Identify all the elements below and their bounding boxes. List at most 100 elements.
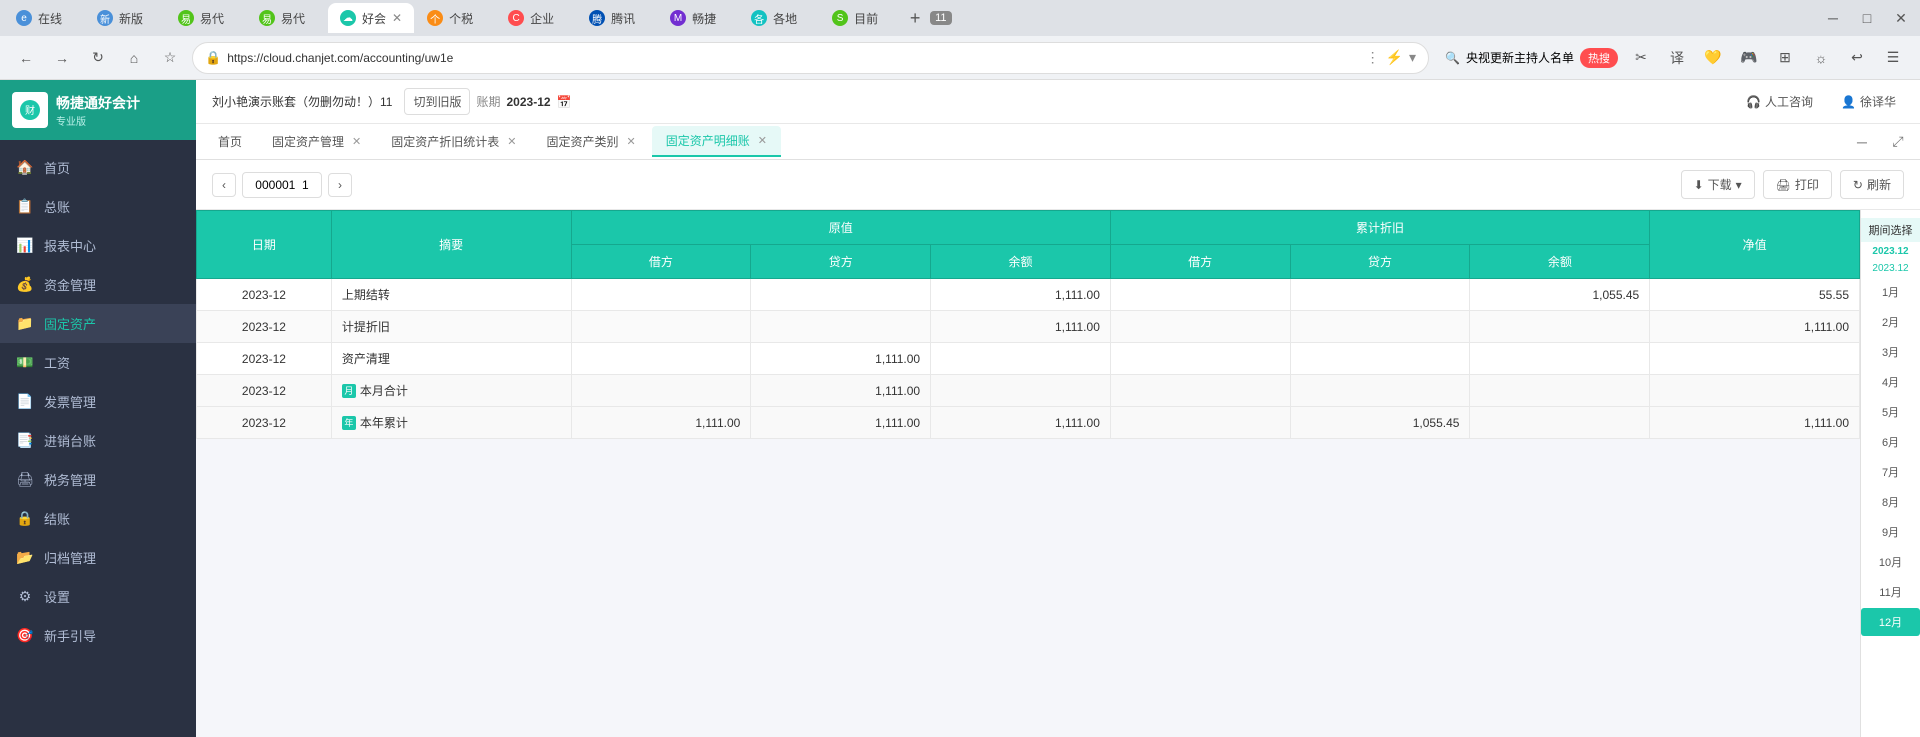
calendar-icon[interactable]: 📅 [557, 95, 572, 109]
back-button[interactable]: ← [12, 44, 40, 72]
period-year-highlight[interactable]: 2023.12 [1861, 244, 1920, 259]
scissors-icon[interactable]: ✂ [1626, 43, 1656, 73]
reload-button[interactable]: ↻ [84, 44, 112, 72]
period-month-12[interactable]: 12月 [1861, 608, 1920, 636]
payroll-icon: 💵 [16, 354, 34, 372]
brightness-icon[interactable]: ☼ [1806, 43, 1836, 73]
tab-asset-category[interactable]: 固定资产类别 ✕ [532, 127, 649, 156]
period-month-6[interactable]: 6月 [1861, 428, 1920, 456]
restore-btn[interactable]: □ [1852, 3, 1882, 33]
address-bar[interactable]: 🔒 https://cloud.chanjet.com/accounting/u… [192, 42, 1429, 74]
period-month-11[interactable]: 11月 [1861, 578, 1920, 606]
address-bar-settings[interactable]: ⋮ [1366, 49, 1380, 66]
sidebar-item-fixed-assets[interactable]: 📁 固定资产 [0, 304, 196, 343]
cell-dep-balance [1470, 311, 1650, 343]
help-btn[interactable]: 🎧 人工咨询 [1738, 89, 1821, 114]
sidebar-item-home[interactable]: 🏠 首页 [0, 148, 196, 187]
tab-geshui[interactable]: 个 个税 [415, 3, 495, 33]
hot-search-badge[interactable]: 热搜 [1580, 48, 1618, 68]
sidebar-item-payroll[interactable]: 💵 工资 [0, 343, 196, 382]
sidebar-item-reports[interactable]: 📊 报表中心 [0, 226, 196, 265]
home-button[interactable]: ⌂ [120, 44, 148, 72]
sidebar-item-label: 设置 [44, 587, 70, 606]
new-tab-button[interactable]: + [901, 4, 929, 32]
grid-icon[interactable]: ⊞ [1770, 43, 1800, 73]
user-btn[interactable]: 👤 徐译华 [1833, 89, 1904, 114]
tab-label: 固定资产折旧统计表 [391, 133, 499, 150]
translate-icon[interactable]: 译 [1662, 43, 1692, 73]
tab-haohui[interactable]: ☁ 好会 ✕ [328, 3, 414, 33]
svg-text:财: 财 [25, 104, 35, 117]
tab-depreciation-stats[interactable]: 固定资产折旧统计表 ✕ [377, 127, 530, 156]
report-icon: 📊 [16, 237, 34, 255]
period-month-3[interactable]: 3月 [1861, 338, 1920, 366]
tab-minimize-btn[interactable]: ─ [1848, 128, 1876, 156]
period-month-5[interactable]: 5月 [1861, 398, 1920, 426]
tab-expand-btn[interactable]: ⤢ [1884, 128, 1912, 156]
tab-tengxun[interactable]: 腾 腾讯 [577, 3, 657, 33]
topbar-right: 🎧 人工咨询 👤 徐译华 [1738, 89, 1904, 114]
sidebar: 财 畅捷通好会计 专业版 🏠 首页 📋 总账 📊 报表中心 💰 [0, 80, 196, 737]
cell-orig-credit: 1,111.00 [751, 407, 931, 439]
sidebar-item-label: 结账 [44, 509, 70, 528]
period-month-8[interactable]: 8月 [1861, 488, 1920, 516]
cell-orig-debit [571, 279, 751, 311]
period-month-1[interactable]: 1月 [1861, 278, 1920, 306]
sidebar-item-archive[interactable]: 📂 归档管理 [0, 538, 196, 577]
period-month-4[interactable]: 4月 [1861, 368, 1920, 396]
minimize-btn[interactable]: ─ [1818, 3, 1848, 33]
switch-version-btn[interactable]: 切到旧版 [404, 88, 470, 115]
sidebar-item-guide[interactable]: 🎯 新手引导 [0, 616, 196, 655]
forward-button[interactable]: → [48, 44, 76, 72]
tab-qiye[interactable]: C 企业 [496, 3, 576, 33]
tab-close-icon[interactable]: ✕ [758, 134, 767, 147]
tab-gedi[interactable]: 各 各地 [739, 3, 819, 33]
period-month-10[interactable]: 10月 [1861, 548, 1920, 576]
tab-xinban[interactable]: 新 新版 [85, 3, 165, 33]
print-btn[interactable]: 🖨 打印 [1763, 170, 1832, 199]
tab-close-icon[interactable]: ✕ [627, 135, 636, 148]
tab-close-icon[interactable]: ✕ [507, 135, 516, 148]
prev-page-btn[interactable]: ‹ [212, 173, 236, 197]
wallet-icon[interactable]: 💛 [1698, 43, 1728, 73]
tab-home[interactable]: 首页 [204, 127, 256, 156]
sidebar-item-inventory[interactable]: 📑 进销台账 [0, 421, 196, 460]
sidebar-item-general-ledger[interactable]: 📋 总账 [0, 187, 196, 226]
cell-dep-credit: 1,055.45 [1290, 407, 1470, 439]
sidebar-item-tax[interactable]: 🖨 税务管理 [0, 460, 196, 499]
bookmark-button[interactable]: ☆ [156, 44, 184, 72]
tab-fixed-assets-mgmt[interactable]: 固定资产管理 ✕ [258, 127, 375, 156]
sidebar-item-closing[interactable]: 🔒 结账 [0, 499, 196, 538]
game-icon[interactable]: 🎮 [1734, 43, 1764, 73]
tab-close-icon[interactable]: ✕ [352, 135, 361, 148]
tab-label: 腾讯 [611, 10, 635, 27]
tab-close-btn[interactable]: ✕ [392, 11, 402, 25]
address-bar-lightning[interactable]: ⚡ [1386, 49, 1403, 66]
user-avatar-icon: 👤 [1841, 95, 1856, 109]
tab-yidai1[interactable]: 易 易代 [166, 3, 246, 33]
period-month-2[interactable]: 2月 [1861, 308, 1920, 336]
download-btn[interactable]: ⬇ 下载 ▾ [1681, 170, 1755, 199]
tab-changjie[interactable]: M 畅捷 [658, 3, 738, 33]
next-page-btn[interactable]: › [328, 173, 352, 197]
history-icon[interactable]: ↩ [1842, 43, 1872, 73]
tab-asset-detail-ledger[interactable]: 固定资产明细账 ✕ [652, 126, 781, 157]
sidebar-item-settings[interactable]: ⚙ 设置 [0, 577, 196, 616]
pager-input[interactable] [242, 172, 322, 198]
settings-icon: ⚙ [16, 588, 34, 606]
period-month-9[interactable]: 9月 [1861, 518, 1920, 546]
refresh-btn[interactable]: ↻ 刷新 [1840, 170, 1904, 199]
menu-icon[interactable]: ☰ [1878, 43, 1908, 73]
pager: ‹ › [212, 172, 352, 198]
browser-actions: ✂ 译 💛 🎮 ⊞ ☼ ↩ ☰ [1626, 43, 1908, 73]
cell-orig-debit [571, 343, 751, 375]
period-month-7[interactable]: 7月 [1861, 458, 1920, 486]
close-btn[interactable]: ✕ [1886, 3, 1916, 33]
sidebar-item-label: 总账 [44, 197, 70, 216]
sidebar-item-funds[interactable]: 💰 资金管理 [0, 265, 196, 304]
tab-yidai2[interactable]: 易 易代 [247, 3, 327, 33]
address-bar-dropdown[interactable]: ▾ [1409, 49, 1416, 66]
tab-zaixian[interactable]: e 在线 [4, 3, 84, 33]
sidebar-item-invoice[interactable]: 📄 发票管理 [0, 382, 196, 421]
tab-muqian[interactable]: S 目前 [820, 3, 900, 33]
